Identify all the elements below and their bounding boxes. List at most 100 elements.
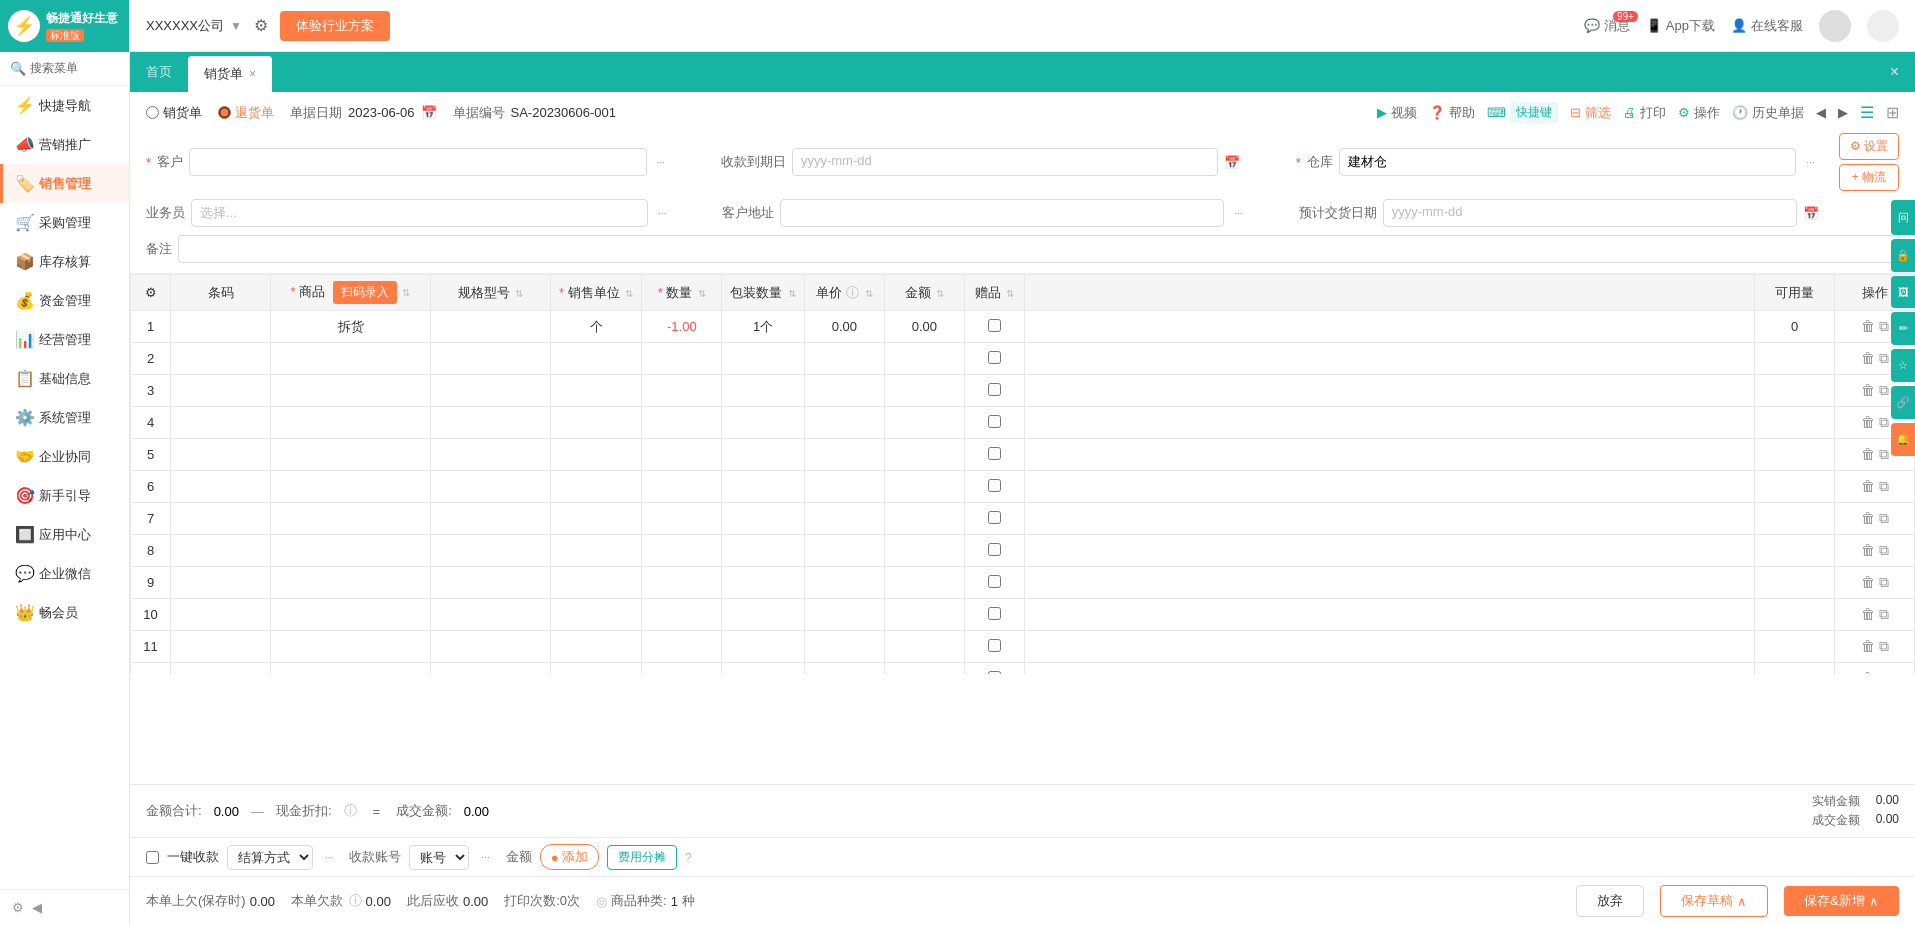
cell-goods-10[interactable] — [271, 631, 431, 663]
sidebar-item-operation[interactable]: 📊 经营管理 — [0, 320, 129, 359]
cell-gift-2[interactable] — [964, 375, 1024, 407]
save-new-button[interactable]: 保存&新增 ∧ — [1784, 886, 1899, 916]
cell-price-4[interactable] — [804, 439, 884, 471]
copy-row-icon[interactable]: ⧉ — [1879, 510, 1889, 526]
sidebar-item-inventory[interactable]: 📦 库存核算 — [0, 242, 129, 281]
rf-btn-image[interactable]: 🖼 — [1891, 276, 1915, 308]
sidebar-item-corp-wechat[interactable]: 💬 企业微信 — [0, 554, 129, 593]
cell-gift-4[interactable] — [964, 439, 1024, 471]
cell-barcode-0[interactable] — [171, 311, 271, 343]
expected-date-cal-icon[interactable]: 📅 — [1803, 206, 1819, 221]
sidebar-item-guide[interactable]: 🎯 新手引导 — [0, 476, 129, 515]
amount-sort-icon[interactable]: ⇅ — [936, 288, 944, 299]
cell-spec-5[interactable] — [431, 471, 551, 503]
customer-input[interactable] — [189, 148, 646, 176]
online-service-button[interactable]: 👤 在线客服 — [1731, 17, 1803, 35]
price-info-icon[interactable]: ⓘ — [846, 285, 859, 300]
one-click-payment-checkbox[interactable] — [146, 851, 159, 864]
add-payment-button[interactable]: ● 添加 — [540, 844, 599, 870]
cell-spec-2[interactable] — [431, 375, 551, 407]
cell-barcode-7[interactable] — [171, 535, 271, 567]
cell-spec-11[interactable] — [431, 663, 551, 675]
cell-pkgqty-0[interactable]: 1个 — [722, 311, 805, 343]
cell-qty-7[interactable] — [642, 535, 722, 567]
cell-qty-10[interactable] — [642, 631, 722, 663]
tab-home[interactable]: 首页 — [130, 52, 188, 92]
cell-unit-0[interactable]: 个 — [551, 311, 642, 343]
cell-amount-5[interactable] — [884, 471, 964, 503]
sidebar-item-sales[interactable]: 🏷️ 销售管理 — [0, 164, 129, 203]
qty-sort-icon[interactable]: ⇅ — [698, 288, 706, 299]
account-select[interactable]: 账号 — [409, 845, 469, 870]
calc-method-more-icon[interactable]: ··· — [325, 852, 333, 863]
cash-discount-hint-icon[interactable]: ⓘ — [344, 802, 357, 820]
app-download-button[interactable]: 📱 App下载 — [1646, 17, 1715, 35]
gift-checkbox-2[interactable] — [988, 383, 1001, 396]
message-button[interactable]: 💬 消息 99+ — [1584, 17, 1630, 35]
calc-method-select[interactable]: 结算方式 — [227, 845, 313, 870]
cell-spec-3[interactable] — [431, 407, 551, 439]
cell-goods-0[interactable]: 拆货 — [271, 311, 431, 343]
cell-gift-8[interactable] — [964, 567, 1024, 599]
cell-barcode-6[interactable] — [171, 503, 271, 535]
cell-pkgqty-3[interactable] — [722, 407, 805, 439]
cell-amount-11[interactable] — [884, 663, 964, 675]
cell-goods-5[interactable] — [271, 471, 431, 503]
cell-price-9[interactable] — [804, 599, 884, 631]
copy-row-icon[interactable]: ⧉ — [1879, 670, 1889, 674]
cell-spec-10[interactable] — [431, 631, 551, 663]
gift-checkbox-0[interactable] — [988, 319, 1001, 332]
price-sort-icon[interactable]: ⇅ — [865, 288, 873, 299]
trial-button[interactable]: 体验行业方案 — [280, 11, 390, 41]
tab-close-icon[interactable]: × — [249, 67, 256, 81]
cell-amount-6[interactable] — [884, 503, 964, 535]
cell-price-6[interactable] — [804, 503, 884, 535]
topbar-settings-icon[interactable]: ⚙ — [254, 16, 268, 35]
cell-unit-4[interactable] — [551, 439, 642, 471]
delete-row-icon[interactable]: 🗑 — [1861, 574, 1875, 590]
delete-row-icon[interactable]: 🗑 — [1861, 510, 1875, 526]
delete-row-icon[interactable]: 🗑 — [1861, 638, 1875, 654]
cell-unit-3[interactable] — [551, 407, 642, 439]
cell-pkgqty-10[interactable] — [722, 631, 805, 663]
cell-unit-5[interactable] — [551, 471, 642, 503]
sidebar-collapse-icon[interactable]: ◀ — [32, 900, 42, 915]
cell-barcode-11[interactable] — [171, 663, 271, 675]
customer-addr-input[interactable] — [780, 199, 1224, 227]
tab-sales-order[interactable]: 销货单 × — [188, 56, 272, 92]
cell-pkgqty-9[interactable] — [722, 599, 805, 631]
cell-price-10[interactable] — [804, 631, 884, 663]
cell-gift-1[interactable] — [964, 343, 1024, 375]
cell-spec-1[interactable] — [431, 343, 551, 375]
cell-unit-1[interactable] — [551, 343, 642, 375]
expense-split-button[interactable]: 费用分摊 — [607, 845, 677, 870]
nav-next-icon[interactable]: ▶ — [1838, 105, 1848, 120]
copy-row-icon[interactable]: ⧉ — [1879, 638, 1889, 654]
delete-row-icon[interactable]: 🗑 — [1861, 478, 1875, 494]
copy-row-icon[interactable]: ⧉ — [1879, 382, 1889, 398]
cell-barcode-1[interactable] — [171, 343, 271, 375]
cell-spec-4[interactable] — [431, 439, 551, 471]
cell-pkgqty-8[interactable] — [722, 567, 805, 599]
cell-qty-8[interactable] — [642, 567, 722, 599]
gift-checkbox-4[interactable] — [988, 447, 1001, 460]
cell-amount-1[interactable] — [884, 343, 964, 375]
cell-spec-0[interactable] — [431, 311, 551, 343]
notes-input[interactable] — [178, 235, 1899, 263]
salesperson-more-icon[interactable]: ··· — [658, 208, 666, 219]
cell-qty-3[interactable] — [642, 407, 722, 439]
gift-checkbox-8[interactable] — [988, 575, 1001, 588]
cell-amount-9[interactable] — [884, 599, 964, 631]
radio-return[interactable]: 退货单 — [218, 104, 274, 122]
toolbar-history[interactable]: 🕐 历史单据 — [1732, 104, 1804, 122]
salesperson-input[interactable]: 选择... — [191, 199, 648, 227]
warehouse-input[interactable]: 建材仓 — [1339, 148, 1796, 176]
cell-amount-7[interactable] — [884, 535, 964, 567]
cell-price-5[interactable] — [804, 471, 884, 503]
cell-pkgqty-5[interactable] — [722, 471, 805, 503]
cell-pkgqty-6[interactable] — [722, 503, 805, 535]
cell-goods-2[interactable] — [271, 375, 431, 407]
cell-price-1[interactable] — [804, 343, 884, 375]
cell-qty-11[interactable] — [642, 663, 722, 675]
sidebar-item-app-center[interactable]: 🔲 应用中心 — [0, 515, 129, 554]
